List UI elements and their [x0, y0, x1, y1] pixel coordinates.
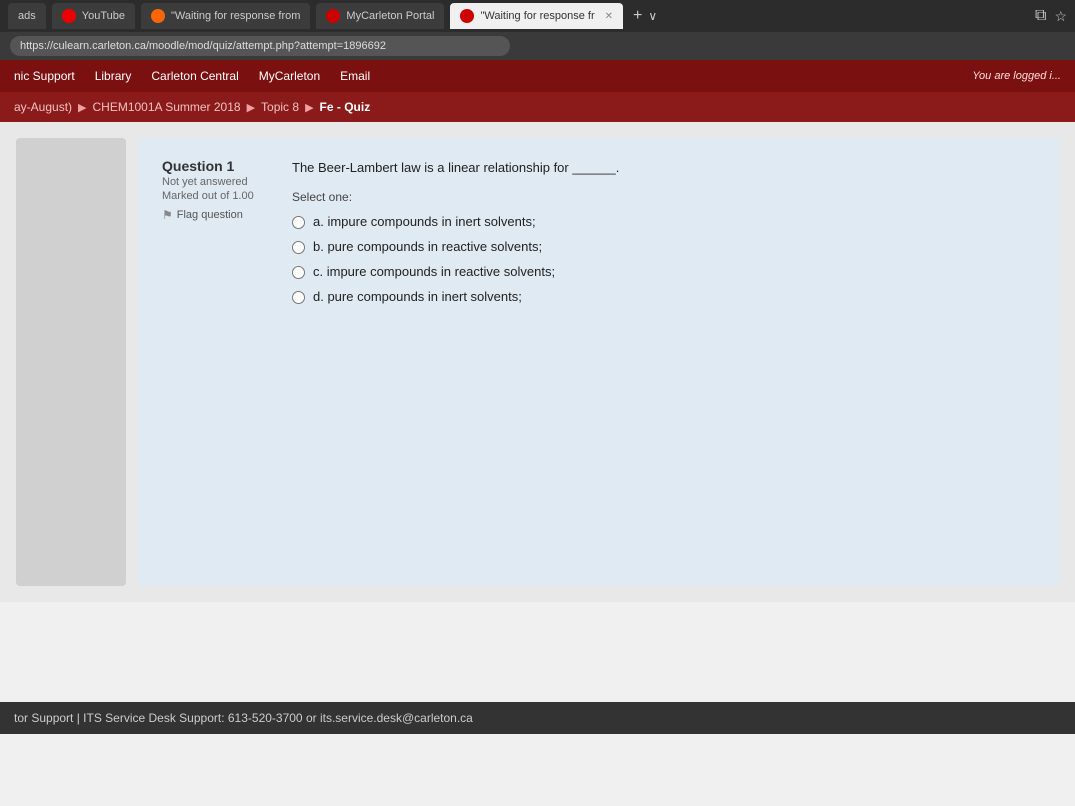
main-content: Question 1 Not yet answered Marked out o…	[0, 122, 1075, 602]
tab-youtube-label: YouTube	[82, 10, 125, 22]
mycarleton-icon	[326, 9, 340, 23]
select-one-label: Select one:	[292, 190, 1035, 204]
radio-d[interactable]	[292, 291, 305, 304]
radio-a[interactable]	[292, 216, 305, 229]
question-meta: Question 1 Not yet answered Marked out o…	[162, 158, 272, 314]
nav-mycarleton[interactable]: MyCarleton	[259, 69, 320, 83]
nav-email[interactable]: Email	[340, 69, 370, 83]
waiting1-icon	[151, 9, 165, 23]
tab-close-icon[interactable]: ✕	[605, 11, 613, 22]
radio-b[interactable]	[292, 241, 305, 254]
footer: tor Support | ITS Service Desk Support: …	[0, 702, 1075, 734]
nav-carleton-central[interactable]: Carleton Central	[151, 69, 238, 83]
tab-waiting1-label: "Waiting for response from	[171, 10, 300, 22]
question-mark: Marked out of 1.00	[162, 190, 272, 202]
question-status: Not yet answered	[162, 176, 272, 188]
option-c[interactable]: c. impure compounds in reactive solvents…	[292, 264, 1035, 279]
bottom-area	[0, 602, 1075, 702]
address-input[interactable]	[10, 36, 510, 56]
option-d-label: d. pure compounds in inert solvents;	[313, 289, 522, 304]
youtube-icon	[62, 9, 76, 23]
tab-waiting1[interactable]: "Waiting for response from	[141, 3, 310, 29]
question-panel: Question 1 Not yet answered Marked out o…	[138, 138, 1059, 586]
option-b-label: b. pure compounds in reactive solvents;	[313, 239, 542, 254]
question-text: The Beer-Lambert law is a linear relatio…	[292, 158, 1035, 178]
new-tab-button[interactable]: +	[633, 7, 642, 25]
tab-mycarleton[interactable]: MyCarleton Portal	[316, 3, 444, 29]
tab-ads[interactable]: ads	[8, 3, 46, 29]
breadcrumb-course[interactable]: CHEM1001A Summer 2018	[93, 100, 241, 114]
nav-nic-support[interactable]: nic Support	[14, 69, 75, 83]
tab-list-chevron-icon[interactable]: ∨	[648, 9, 657, 23]
question-content: The Beer-Lambert law is a linear relatio…	[292, 158, 1035, 314]
option-a[interactable]: a. impure compounds in inert solvents;	[292, 214, 1035, 229]
tab-waiting2[interactable]: "Waiting for response fr ✕	[450, 3, 623, 29]
footer-text: tor Support | ITS Service Desk Support: …	[14, 711, 473, 725]
star-icon[interactable]: ☆	[1054, 8, 1067, 25]
logged-in-text: You are logged i...	[972, 70, 1061, 82]
breadcrumb-current[interactable]: Fe - Quiz	[320, 100, 371, 114]
breadcrumb-topic[interactable]: Topic 8	[261, 100, 299, 114]
nav-links: nic Support Library Carleton Central MyC…	[14, 69, 370, 83]
window-restore-icon[interactable]: ⧉	[1035, 7, 1046, 25]
breadcrumb-arrow-2: ▶	[247, 101, 255, 114]
option-b[interactable]: b. pure compounds in reactive solvents;	[292, 239, 1035, 254]
flag-question-label: Flag question	[177, 209, 243, 221]
waiting2-icon	[460, 9, 474, 23]
breadcrumb-arrow-1: ▶	[78, 101, 86, 114]
option-d[interactable]: d. pure compounds in inert solvents;	[292, 289, 1035, 304]
nav-bar: nic Support Library Carleton Central MyC…	[0, 60, 1075, 92]
flag-question-button[interactable]: ⚑ Flag question	[162, 208, 272, 222]
radio-c[interactable]	[292, 266, 305, 279]
question-layout: Question 1 Not yet answered Marked out o…	[162, 158, 1035, 314]
option-a-label: a. impure compounds in inert solvents;	[313, 214, 536, 229]
tab-mycarleton-label: MyCarleton Portal	[346, 10, 434, 22]
question-title: Question 1	[162, 158, 272, 174]
breadcrumb-home[interactable]: ay-August)	[14, 100, 72, 114]
sidebar	[16, 138, 126, 586]
address-bar	[0, 32, 1075, 60]
nav-library[interactable]: Library	[95, 69, 132, 83]
tab-waiting2-label: "Waiting for response fr	[480, 10, 594, 22]
browser-chrome: ads YouTube "Waiting for response from M…	[0, 0, 1075, 32]
breadcrumb-arrow-3: ▶	[305, 101, 313, 114]
tab-youtube[interactable]: YouTube	[52, 3, 135, 29]
flag-icon: ⚑	[162, 208, 173, 222]
tab-ads-label: ads	[18, 10, 36, 22]
breadcrumb: ay-August) ▶ CHEM1001A Summer 2018 ▶ Top…	[0, 92, 1075, 122]
option-c-label: c. impure compounds in reactive solvents…	[313, 264, 555, 279]
